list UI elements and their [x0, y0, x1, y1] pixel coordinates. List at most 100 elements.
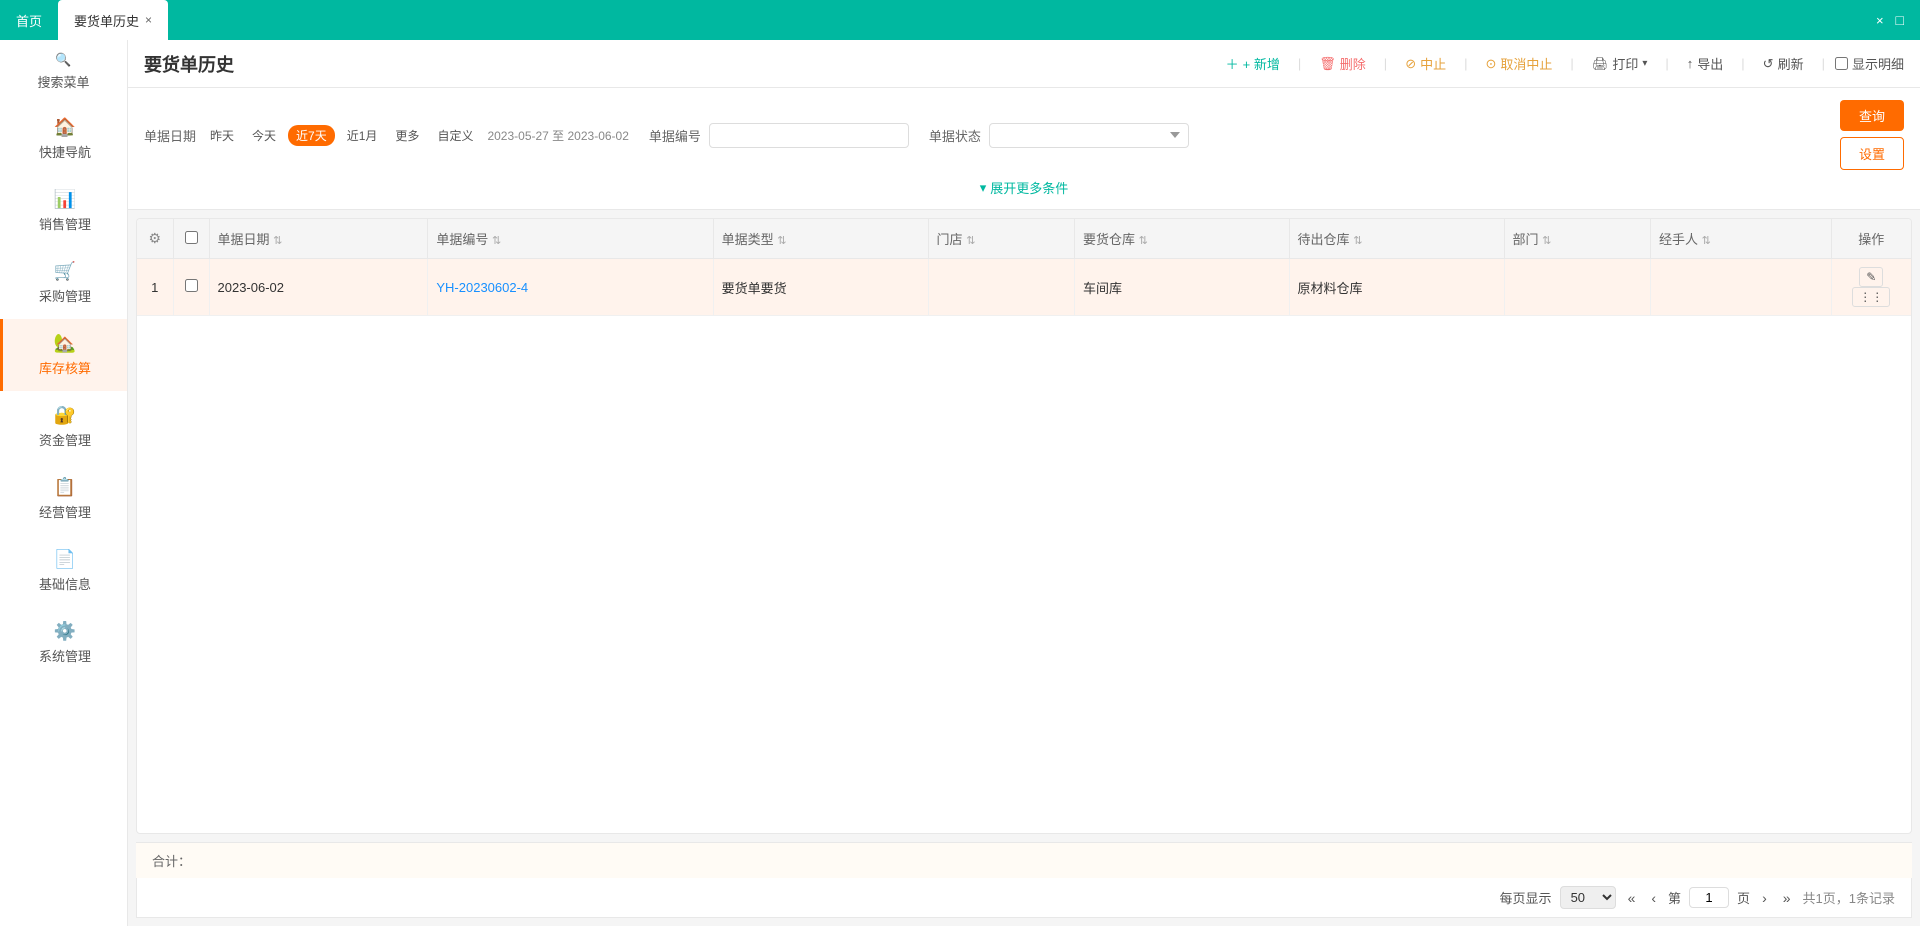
- expand-row: ▾ 展开更多条件: [144, 178, 1904, 197]
- col-store-label: 门店: [937, 232, 963, 247]
- action-buttons: 查询 设置: [1840, 100, 1904, 170]
- date-btn-custom[interactable]: 自定义: [431, 125, 479, 146]
- sidebar-item-label: 基础信息: [39, 574, 91, 593]
- first-page-button[interactable]: «: [1624, 888, 1640, 908]
- pending-warehouse-sort-icon[interactable]: ⇅: [1353, 235, 1362, 247]
- row-no: 1: [137, 259, 173, 316]
- expand-button[interactable]: ▾ 展开更多条件: [980, 178, 1069, 197]
- date-btn-more[interactable]: 更多: [389, 125, 425, 146]
- basic-icon: 📄: [54, 549, 76, 570]
- status-label: 单据状态: [929, 126, 981, 145]
- col-pending-warehouse: 待出仓库 ⇅: [1289, 219, 1504, 259]
- sidebar-item-operation[interactable]: 📋 经营管理: [0, 463, 127, 535]
- per-page-select[interactable]: 50 10 20 100: [1560, 886, 1616, 909]
- display-label: 显示明细: [1852, 54, 1904, 73]
- doc-no-label: 单据编号: [649, 126, 701, 145]
- operation-icon: 📋: [54, 477, 76, 498]
- select-all-checkbox[interactable]: [185, 231, 198, 244]
- row-edit-button[interactable]: ✎: [1859, 267, 1883, 287]
- row-doc-type: 要货单要货: [713, 259, 928, 316]
- window-restore-icon[interactable]: □: [1896, 12, 1904, 28]
- last-page-button[interactable]: »: [1779, 888, 1795, 908]
- total-label: 合计：: [152, 851, 191, 870]
- print-dropdown-icon: ▾: [1642, 58, 1647, 69]
- cancel-stop-icon: ⊙: [1486, 56, 1497, 72]
- query-button[interactable]: 查询: [1840, 100, 1904, 131]
- doc-no-input[interactable]: [709, 123, 909, 148]
- print-button[interactable]: 🖨 打印 ▾: [1584, 50, 1656, 77]
- cancel-stop-button[interactable]: ⊙ 取消中止: [1478, 50, 1561, 77]
- export-icon: ↑: [1687, 56, 1694, 71]
- home-icon: 🏠: [54, 117, 76, 138]
- sidebar-item-label: 资金管理: [39, 430, 91, 449]
- refresh-label: 刷新: [1778, 54, 1804, 73]
- date-btn-7days[interactable]: 近7天: [288, 125, 335, 146]
- req-warehouse-sort-icon[interactable]: ⇅: [1139, 235, 1148, 247]
- window-close-icon[interactable]: ×: [1876, 13, 1884, 28]
- store-sort-icon[interactable]: ⇅: [966, 235, 975, 247]
- display-detail-toggle[interactable]: 显示明细: [1835, 54, 1904, 73]
- top-bar: 首页 要货单历史 × × □: [0, 0, 1920, 40]
- prev-page-button[interactable]: ‹: [1647, 888, 1660, 908]
- sales-icon: 📊: [54, 189, 76, 210]
- dept-sort-icon[interactable]: ⇅: [1542, 235, 1551, 247]
- print-icon: 🖨: [1592, 56, 1609, 72]
- row-checkbox[interactable]: [185, 279, 198, 292]
- system-icon: ⚙️: [54, 621, 76, 642]
- status-select[interactable]: [989, 123, 1189, 148]
- filter-row-1: 单据日期 昨天 今天 近7天 近1月 更多 自定义 2023-05-27 至 2…: [144, 100, 1904, 170]
- col-action: 操作: [1831, 219, 1911, 259]
- sidebar-item-quick-nav[interactable]: 🏠 快捷导航: [0, 103, 127, 175]
- settings-button[interactable]: 设置: [1840, 137, 1904, 170]
- col-action-label: 操作: [1858, 232, 1884, 247]
- col-doc-type: 单据类型 ⇅: [713, 219, 928, 259]
- table-settings-icon[interactable]: ⚙: [148, 230, 161, 247]
- data-table: ⚙ 单据日期 ⇅ 单据编号 ⇅: [137, 219, 1911, 316]
- sidebar-item-inventory[interactable]: 🏡 库存核算: [0, 319, 127, 391]
- expand-icon: ▾: [980, 180, 987, 196]
- sidebar-search[interactable]: 🔍 搜索菜单: [0, 40, 127, 103]
- export-button[interactable]: ↑ 导出: [1679, 50, 1732, 77]
- doc-no-sort-icon[interactable]: ⇅: [492, 235, 501, 247]
- sidebar-item-purchase[interactable]: 🛒 采购管理: [0, 247, 127, 319]
- doc-no-link[interactable]: YH-20230602-4: [436, 280, 528, 295]
- content-area: 要货单历史 ＋ + 新增 | 🗑 删除 | ⊘ 中止 | ⊙: [128, 40, 1920, 926]
- new-button[interactable]: ＋ + 新增: [1218, 50, 1288, 77]
- stop-button[interactable]: ⊘ 中止: [1397, 50, 1454, 77]
- col-doc-type-label: 单据类型: [722, 232, 774, 247]
- delete-button[interactable]: 🗑 删除: [1311, 50, 1374, 77]
- col-dept: 部门 ⇅: [1504, 219, 1650, 259]
- row-pending-warehouse: 原材料仓库: [1289, 259, 1504, 316]
- sidebar-item-basic[interactable]: 📄 基础信息: [0, 535, 127, 607]
- tab-close-icon[interactable]: ×: [145, 13, 152, 27]
- tab-requisition-history[interactable]: 要货单历史 ×: [58, 0, 168, 40]
- row-handler: [1650, 259, 1831, 316]
- handler-sort-icon[interactable]: ⇅: [1702, 235, 1711, 247]
- row-doc-no: YH-20230602-4: [428, 259, 713, 316]
- sidebar-item-finance[interactable]: 🔐 资金管理: [0, 391, 127, 463]
- sidebar-item-system[interactable]: ⚙️ 系统管理: [0, 607, 127, 679]
- row-detail-button[interactable]: ⋮⋮: [1852, 287, 1890, 307]
- row-req-warehouse: 车间库: [1074, 259, 1289, 316]
- row-actions: ✎ ⋮⋮: [1831, 259, 1911, 316]
- page-input[interactable]: [1689, 887, 1729, 908]
- row-dept: [1504, 259, 1650, 316]
- col-settings: ⚙: [137, 219, 173, 259]
- sidebar-item-sales[interactable]: 📊 销售管理: [0, 175, 127, 247]
- row-number: 1: [151, 280, 158, 295]
- refresh-button[interactable]: ↺ 刷新: [1755, 50, 1812, 77]
- next-page-button[interactable]: ›: [1758, 888, 1771, 908]
- date-btn-1month[interactable]: 近1月: [341, 125, 384, 146]
- doc-type-sort-icon[interactable]: ⇅: [777, 235, 786, 247]
- tab-home[interactable]: 首页: [0, 0, 58, 40]
- date-sort-icon[interactable]: ⇅: [273, 235, 282, 247]
- display-detail-checkbox[interactable]: [1835, 57, 1848, 70]
- row-checkbox-cell: [173, 259, 209, 316]
- sidebar: 🔍 搜索菜单 🏠 快捷导航 📊 销售管理 🛒 采购管理 🏡 库存核算 🔐 资金管…: [0, 40, 128, 926]
- page-header: 要货单历史 ＋ + 新增 | 🗑 删除 | ⊘ 中止 | ⊙: [128, 40, 1920, 88]
- date-btn-today[interactable]: 今天: [246, 125, 282, 146]
- col-date-label: 单据日期: [218, 232, 270, 247]
- date-btn-yesterday[interactable]: 昨天: [204, 125, 240, 146]
- total-info: 共1页，1条记录: [1803, 888, 1895, 907]
- table-row: 1 2023-06-02 YH-20230602-4 要货单要货 车间库 原材料…: [137, 259, 1911, 316]
